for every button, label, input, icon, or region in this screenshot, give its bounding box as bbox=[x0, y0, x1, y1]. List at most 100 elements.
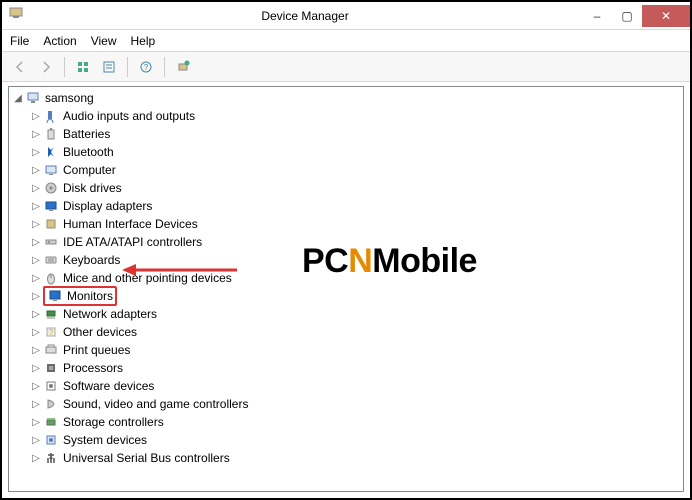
expander-icon[interactable]: ▷ bbox=[29, 129, 43, 140]
expander-icon[interactable]: ▷ bbox=[29, 255, 43, 266]
tree-item[interactable]: ▷ Print queues bbox=[9, 341, 683, 359]
device-icon bbox=[43, 144, 59, 160]
device-icon bbox=[43, 198, 59, 214]
expander-icon[interactable]: ▷ bbox=[29, 345, 43, 356]
expander-icon[interactable]: ▷ bbox=[29, 219, 43, 230]
menu-view[interactable]: View bbox=[91, 34, 117, 48]
tree-root[interactable]: ◢ samsong bbox=[9, 89, 683, 107]
device-icon bbox=[43, 432, 59, 448]
tree-item-label: Mice and other pointing devices bbox=[63, 271, 232, 285]
tree-item-label: Human Interface Devices bbox=[63, 217, 198, 231]
device-icon bbox=[43, 216, 59, 232]
tree-item-label: Sound, video and game controllers bbox=[63, 397, 248, 411]
expander-icon[interactable]: ▷ bbox=[29, 273, 43, 284]
device-icon bbox=[43, 234, 59, 250]
expander-icon[interactable]: ▷ bbox=[29, 291, 43, 302]
tree-root-label: samsong bbox=[45, 91, 94, 105]
tree-item[interactable]: ▷ Batteries bbox=[9, 125, 683, 143]
computer-icon bbox=[25, 90, 41, 106]
tree-item[interactable]: ▷ Bluetooth bbox=[9, 143, 683, 161]
expander-icon[interactable]: ▷ bbox=[29, 201, 43, 212]
expander-icon[interactable]: ▷ bbox=[29, 147, 43, 158]
tree-item-label: Processors bbox=[63, 361, 123, 375]
show-hidden-button[interactable] bbox=[71, 55, 95, 79]
expander-icon[interactable]: ▷ bbox=[29, 381, 43, 392]
expander-icon[interactable]: ▷ bbox=[29, 417, 43, 428]
tree-item[interactable]: ▷ Computer bbox=[9, 161, 683, 179]
menu-action[interactable]: Action bbox=[43, 34, 76, 48]
device-icon bbox=[43, 396, 59, 412]
device-icon bbox=[43, 108, 59, 124]
expander-icon[interactable]: ◢ bbox=[11, 93, 25, 104]
help-button[interactable]: ? bbox=[134, 55, 158, 79]
tree-item[interactable]: ▷ Processors bbox=[9, 359, 683, 377]
tree-item-label: IDE ATA/ATAPI controllers bbox=[63, 235, 202, 249]
maximize-button[interactable]: ▢ bbox=[612, 5, 642, 27]
svg-text:?: ? bbox=[49, 328, 54, 337]
tree-item[interactable]: ▷ Software devices bbox=[9, 377, 683, 395]
tree-item[interactable]: ▷ Sound, video and game controllers bbox=[9, 395, 683, 413]
expander-icon[interactable]: ▷ bbox=[29, 327, 43, 338]
tree-item[interactable]: ▷ Universal Serial Bus controllers bbox=[9, 449, 683, 467]
tree-item-label: Display adapters bbox=[63, 199, 152, 213]
expander-icon[interactable]: ▷ bbox=[29, 165, 43, 176]
tree-item-label: Disk drives bbox=[63, 181, 122, 195]
tree-item-label: Bluetooth bbox=[63, 145, 114, 159]
tree-item-label: Monitors bbox=[67, 289, 113, 303]
device-icon bbox=[43, 378, 59, 394]
tree-item[interactable]: ▷ Storage controllers bbox=[9, 413, 683, 431]
tree-item-label: Print queues bbox=[63, 343, 130, 357]
device-icon bbox=[43, 126, 59, 142]
tree-item[interactable]: ▷Audio inputs and outputs bbox=[9, 107, 683, 125]
tree-item[interactable]: ▷ Human Interface Devices bbox=[9, 215, 683, 233]
scan-button[interactable] bbox=[171, 55, 195, 79]
tree-item[interactable]: ▷?Other devices bbox=[9, 323, 683, 341]
tree-item-label: Software devices bbox=[63, 379, 154, 393]
expander-icon[interactable]: ▷ bbox=[29, 399, 43, 410]
device-icon: ? bbox=[43, 324, 59, 340]
device-icon bbox=[43, 342, 59, 358]
tree-item-label: Batteries bbox=[63, 127, 110, 141]
tree-item[interactable]: ▷ Display adapters bbox=[9, 197, 683, 215]
tree-item[interactable]: ▷ System devices bbox=[9, 431, 683, 449]
close-button[interactable]: ✕ bbox=[642, 5, 690, 27]
tree-item[interactable]: ▷Network adapters bbox=[9, 305, 683, 323]
separator bbox=[164, 57, 165, 77]
menubar: File Action View Help bbox=[2, 30, 690, 52]
menu-file[interactable]: File bbox=[10, 34, 29, 48]
menu-help[interactable]: Help bbox=[131, 34, 156, 48]
tree-item-label: Storage controllers bbox=[63, 415, 164, 429]
device-icon bbox=[43, 162, 59, 178]
expander-icon[interactable]: ▷ bbox=[29, 435, 43, 446]
tree-item[interactable]: ▷ Disk drives bbox=[9, 179, 683, 197]
tree-item-label: Computer bbox=[63, 163, 116, 177]
titlebar[interactable]: Device Manager – ▢ ✕ bbox=[2, 2, 690, 30]
tree-item-label: System devices bbox=[63, 433, 147, 447]
device-icon bbox=[43, 414, 59, 430]
device-icon bbox=[43, 252, 59, 268]
tree-item[interactable]: ▷ IDE ATA/ATAPI controllers bbox=[9, 233, 683, 251]
properties-button[interactable] bbox=[97, 55, 121, 79]
forward-button[interactable] bbox=[34, 55, 58, 79]
expander-icon[interactable]: ▷ bbox=[29, 183, 43, 194]
back-button[interactable] bbox=[8, 55, 32, 79]
tree-item[interactable]: ▷ Monitors bbox=[9, 287, 683, 305]
window-title: Device Manager bbox=[28, 9, 582, 23]
tree-item[interactable]: ▷ Mice and other pointing devices bbox=[9, 269, 683, 287]
device-icon bbox=[43, 180, 59, 196]
tree-item-label: Universal Serial Bus controllers bbox=[63, 451, 230, 465]
device-icon bbox=[47, 288, 63, 304]
expander-icon[interactable]: ▷ bbox=[29, 111, 43, 122]
expander-icon[interactable]: ▷ bbox=[29, 309, 43, 320]
expander-icon[interactable]: ▷ bbox=[29, 237, 43, 248]
device-tree[interactable]: ◢ samsong ▷Audio inputs and outputs▷Batt… bbox=[8, 86, 684, 492]
expander-icon[interactable]: ▷ bbox=[29, 453, 43, 464]
device-icon bbox=[43, 270, 59, 286]
tree-item[interactable]: ▷Keyboards bbox=[9, 251, 683, 269]
device-icon bbox=[43, 360, 59, 376]
separator bbox=[64, 57, 65, 77]
svg-text:?: ? bbox=[144, 63, 149, 72]
minimize-button[interactable]: – bbox=[582, 5, 612, 27]
toolbar: ? bbox=[2, 52, 690, 82]
expander-icon[interactable]: ▷ bbox=[29, 363, 43, 374]
